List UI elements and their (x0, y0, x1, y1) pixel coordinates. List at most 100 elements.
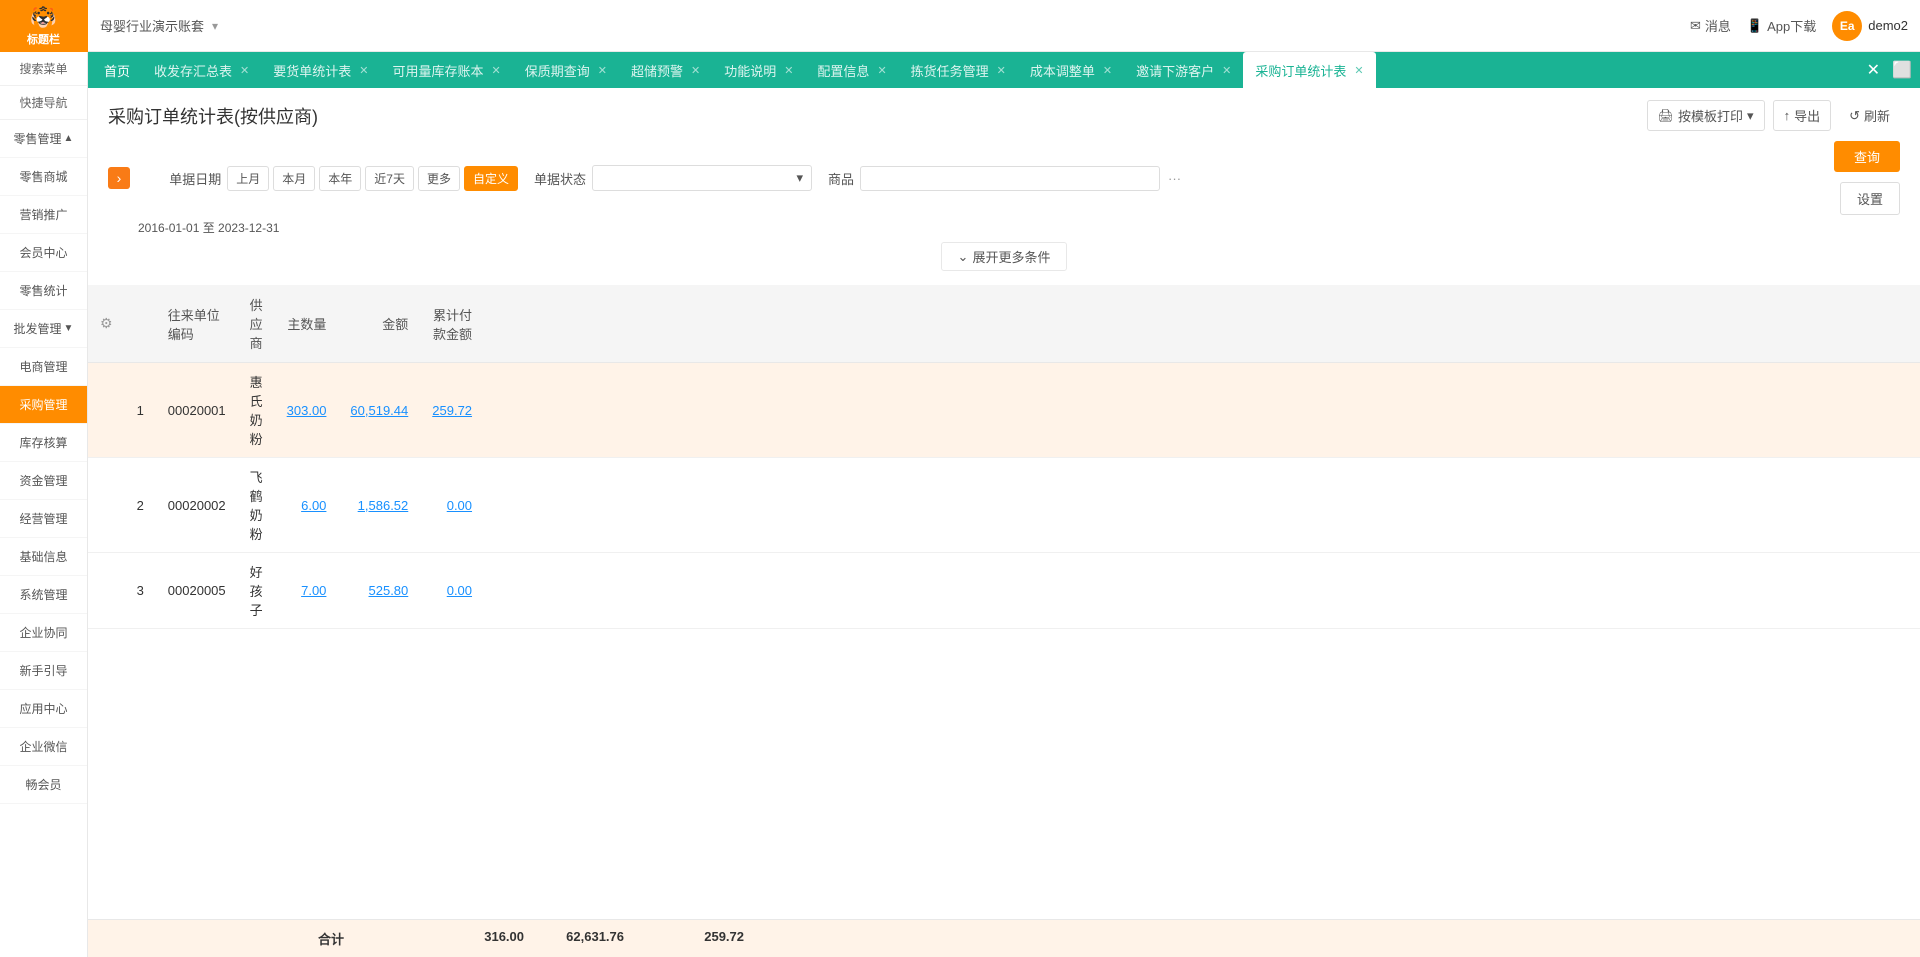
td-extra (484, 458, 1920, 553)
sidebar-item-new-guide[interactable]: 新手引导 (0, 652, 87, 690)
tab-purchase-order-stats[interactable]: 采购订单统计表 ✕ (1243, 52, 1375, 88)
tab-home-label: 首页 (104, 61, 130, 80)
filter-date-last-month[interactable]: 上月 (227, 166, 269, 191)
expand-more-btn[interactable]: ⌄ 展开更多条件 (941, 242, 1068, 271)
th-index (125, 285, 156, 363)
sidebar-item-marketing[interactable]: 营销推广 (0, 196, 87, 234)
footer-main-qty: 316.00 (456, 929, 536, 948)
close-icon[interactable]: ✕ (877, 64, 886, 77)
filter-date-custom[interactable]: 自定义 (464, 166, 518, 191)
filter-date-this-month[interactable]: 本月 (273, 166, 315, 191)
close-icon[interactable]: ✕ (691, 64, 700, 77)
sidebar-item-member-center[interactable]: 会员中心 (0, 234, 87, 272)
tab-invite-downstream[interactable]: 邀请下游客户 ✕ (1124, 52, 1243, 88)
tab-pick-task[interactable]: 拣货任务管理 ✕ (899, 52, 1018, 88)
th-amount: 金额 (338, 285, 420, 363)
tab-cost-adjust[interactable]: 成本调整单 ✕ (1018, 52, 1124, 88)
filter-expand-section: ⌄ 展开更多条件 (108, 236, 1900, 277)
td-extra (484, 363, 1920, 458)
td-unit-code: 00020002 (156, 458, 238, 553)
footer-paid-amount: 259.72 (636, 929, 756, 948)
filter-collapse-btn[interactable]: › (108, 167, 130, 189)
tab-expiry-query[interactable]: 保质期查询 ✕ (513, 52, 619, 88)
table-body: 1 00020001 惠氏奶粉 303.00 60,519.44 259.72 … (88, 363, 1920, 629)
sidebar-item-enterprise-coop[interactable]: 企业协同 (0, 614, 87, 652)
close-icon[interactable]: ✕ (1354, 64, 1363, 77)
filter-date-this-year[interactable]: 本年 (319, 166, 361, 191)
page-title: 采购订单统计表(按供应商) (108, 103, 318, 129)
page-header: 采购订单统计表(按供应商) 🖨 按模板打印 ▾ ↑ 导出 ↺ 刷新 (88, 88, 1920, 285)
sidebar-item-enterprise-wechat[interactable]: 企业微信 (0, 728, 87, 766)
filter-date-7days[interactable]: 近7天 (365, 166, 414, 191)
td-settings (88, 363, 125, 458)
sidebar-item-retail-manage[interactable]: 零售管理 ▲ (0, 120, 87, 158)
close-icon[interactable]: ✕ (598, 64, 607, 77)
date-range-text: 2016-01-01 至 2023-12-31 (138, 219, 279, 236)
filter-right-actions: 查询 设置 (1834, 141, 1900, 215)
sidebar-item-retail-stats[interactable]: 零售统计 (0, 272, 87, 310)
tab-inventory-book-label: 可用量库存账本 (392, 61, 483, 80)
refresh-button[interactable]: ↺ 刷新 (1839, 101, 1900, 130)
export-button[interactable]: ↑ 导出 (1773, 100, 1832, 131)
filter-goods-input[interactable] (860, 166, 1160, 191)
sidebar-nav-label[interactable]: 快捷导航 (0, 86, 87, 120)
td-unit-code: 00020005 (156, 553, 238, 629)
filter-goods-more-btn[interactable]: ··· (1164, 167, 1185, 190)
close-icon[interactable]: ✕ (1222, 64, 1231, 77)
table-header-row: ⚙ 往来单位编码 供应商 主数量 金额 累计付款金额 (88, 285, 1920, 363)
sidebar-item-purchase-manage[interactable]: 采购管理 (0, 386, 87, 424)
filter-bar: › 单据日期 上月 本月 本年 近7天 更多 自定义 (108, 141, 1900, 285)
user-name: demo2 (1868, 18, 1908, 33)
tab-collect-pay[interactable]: 收发存汇总表 ✕ (142, 52, 261, 88)
query-button[interactable]: 查询 (1834, 141, 1900, 172)
export-label: 导出 (1794, 106, 1820, 125)
app-label: App下载 (1767, 16, 1816, 35)
close-icon[interactable]: ✕ (784, 64, 793, 77)
close-icon[interactable]: ✕ (997, 64, 1006, 77)
topbar-user-btn[interactable]: Ea demo2 (1832, 11, 1908, 41)
tab-home[interactable]: 首页 (92, 52, 142, 88)
sidebar-item-app-center[interactable]: 应用中心 (0, 690, 87, 728)
th-settings: ⚙ (88, 285, 125, 363)
close-icon[interactable]: ✕ (1103, 64, 1112, 77)
td-main-qty: 7.00 (275, 553, 339, 629)
tab-inventory-book[interactable]: 可用量库存账本 ✕ (380, 52, 512, 88)
td-extra (484, 553, 1920, 629)
tab-cost-adjust-label: 成本调整单 (1030, 61, 1095, 80)
filter-date-btns: 上月 本月 本年 近7天 更多 自定义 (227, 166, 518, 191)
sidebar-item-retail-mall[interactable]: 零售商城 (0, 158, 87, 196)
tab-config-info[interactable]: 配置信息 ✕ (805, 52, 898, 88)
tab-overstock[interactable]: 超储预警 ✕ (619, 52, 712, 88)
close-icon[interactable]: ✕ (240, 64, 249, 77)
tab-pick-task-label: 拣货任务管理 (911, 61, 989, 80)
setting-button[interactable]: 设置 (1840, 182, 1900, 215)
sidebar-search-label[interactable]: 搜索菜单 (6, 60, 81, 77)
close-icon[interactable]: ✕ (359, 64, 368, 77)
close-all-icon[interactable]: ✕ (1863, 58, 1884, 82)
sidebar-item-operations[interactable]: 经营管理 (0, 500, 87, 538)
sidebar-item-basic-info[interactable]: 基础信息 (0, 538, 87, 576)
dropdown-arrow-icon[interactable]: ▾ (212, 19, 218, 33)
sidebar-search-section[interactable]: 搜索菜单 (0, 52, 87, 86)
sidebar-item-vip[interactable]: 畅会员 (0, 766, 87, 804)
tab-func-desc[interactable]: 功能说明 ✕ (712, 52, 805, 88)
topbar-message-btn[interactable]: ✉ 消息 (1690, 16, 1731, 35)
settings-icon[interactable]: ⚙ (100, 315, 113, 331)
filter-status-select[interactable]: ▾ (592, 165, 812, 191)
sidebar-item-inventory[interactable]: 库存核算 (0, 424, 87, 462)
sidebar-item-finance[interactable]: 资金管理 (0, 462, 87, 500)
print-button[interactable]: 🖨 按模板打印 ▾ (1647, 100, 1765, 131)
tab-goods-stats[interactable]: 要货单统计表 ✕ (261, 52, 380, 88)
refresh-label: 刷新 (1864, 106, 1890, 125)
topbar-title: 母婴行业演示账套 (100, 16, 204, 35)
close-icon[interactable]: ✕ (492, 64, 501, 77)
filter-date-more[interactable]: 更多 (418, 166, 460, 191)
sidebar-item-ecommerce[interactable]: 电商管理 (0, 348, 87, 386)
sidebar-item-wholesale-manage[interactable]: 批发管理 ▼ (0, 310, 87, 348)
topbar-app-btn[interactable]: 📱 App下载 (1747, 16, 1816, 35)
maximize-icon[interactable]: ⬜ (1888, 58, 1916, 82)
filter-date-group: 单据日期 上月 本月 本年 近7天 更多 自定义 (169, 166, 518, 191)
td-amount: 525.80 (338, 553, 420, 629)
sidebar-item-system-manage[interactable]: 系统管理 (0, 576, 87, 614)
filter-status-group: 单据状态 ▾ (534, 165, 812, 191)
